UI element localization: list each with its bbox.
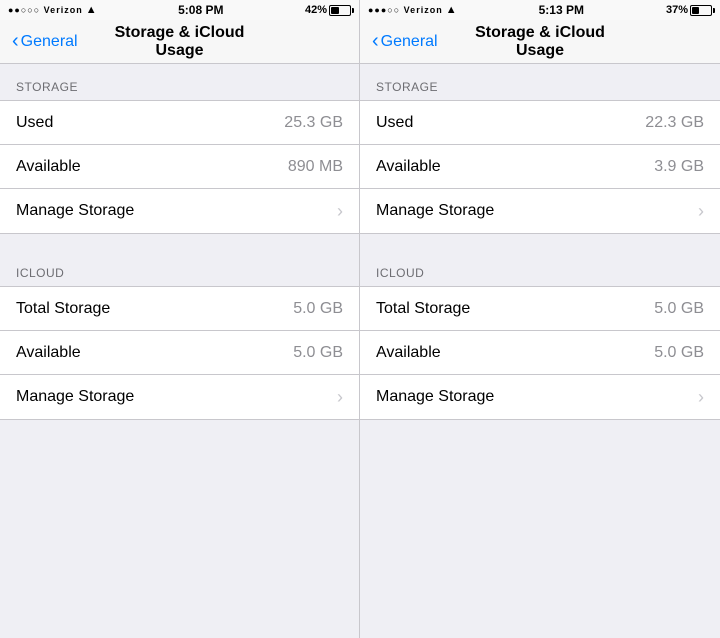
battery-percent: 37%	[666, 4, 688, 16]
status-bar: ●●●○○ Verizon ▲ 5:13 PM 37%	[360, 0, 720, 20]
storage-row-value-1: 890 MB	[288, 158, 343, 176]
storage-row-right-2: ›	[331, 201, 343, 222]
status-time: 5:08 PM	[178, 3, 223, 17]
storage-section-header: STORAGE	[360, 64, 720, 100]
content-area: STORAGE Used 22.3 GB Available 3.9 GB Ma…	[360, 64, 720, 638]
icloud-row-value-0: 5.0 GB	[654, 300, 704, 318]
battery-box	[329, 5, 351, 16]
status-right: 37%	[666, 4, 712, 16]
status-right: 42%	[305, 4, 351, 16]
chevron-icon-storage-2: ›	[337, 201, 343, 222]
storage-row-1: Available 3.9 GB	[360, 145, 720, 189]
status-left: ●●○○○ Verizon ▲	[8, 4, 97, 16]
storage-row-label-0: Used	[16, 114, 53, 132]
icloud-row-value-1: 5.0 GB	[654, 344, 704, 362]
content-area: STORAGE Used 25.3 GB Available 890 MB Ma…	[0, 64, 359, 638]
storage-row-label-1: Available	[376, 158, 441, 176]
icloud-row-label-2: Manage Storage	[16, 388, 134, 406]
chevron-icon-storage-2: ›	[698, 201, 704, 222]
storage-row-2[interactable]: Manage Storage ›	[0, 189, 359, 233]
nav-bar: ‹ General Storage & iCloud Usage	[360, 20, 720, 64]
icloud-row-right-0: 5.0 GB	[293, 300, 343, 318]
battery-fill	[331, 7, 339, 14]
back-button[interactable]: ‹ General	[372, 32, 438, 51]
icloud-row-right-2: ›	[692, 387, 704, 408]
signal-icon: ●●○○○ Verizon	[8, 5, 83, 15]
icloud-row-value-0: 5.0 GB	[293, 300, 343, 318]
storage-row-right-0: 22.3 GB	[645, 114, 704, 132]
back-chevron-icon: ‹	[372, 31, 379, 51]
nav-title: Storage & iCloud Usage	[90, 24, 270, 60]
storage-row-right-1: 890 MB	[288, 158, 343, 176]
icloud-row-label-1: Available	[376, 344, 441, 362]
icloud-row-0: Total Storage 5.0 GB	[0, 287, 359, 331]
storage-row-right-1: 3.9 GB	[654, 158, 704, 176]
back-button[interactable]: ‹ General	[12, 32, 78, 51]
icloud-row-label-0: Total Storage	[376, 300, 470, 318]
icloud-section-header: ICLOUD	[360, 250, 720, 286]
storage-row-2[interactable]: Manage Storage ›	[360, 189, 720, 233]
icloud-row-right-1: 5.0 GB	[293, 344, 343, 362]
storage-table: Used 22.3 GB Available 3.9 GB Manage Sto…	[360, 100, 720, 234]
storage-row-0: Used 25.3 GB	[0, 101, 359, 145]
icloud-row-label-0: Total Storage	[16, 300, 110, 318]
storage-row-label-2: Manage Storage	[16, 202, 134, 220]
icloud-row-value-1: 5.0 GB	[293, 344, 343, 362]
storage-row-right-0: 25.3 GB	[284, 114, 343, 132]
icloud-table: Total Storage 5.0 GB Available 5.0 GB Ma…	[0, 286, 359, 420]
status-time: 5:13 PM	[539, 3, 584, 17]
panel-left: ●●○○○ Verizon ▲ 5:08 PM 42% ‹ General St…	[0, 0, 360, 638]
storage-row-value-0: 22.3 GB	[645, 114, 704, 132]
icloud-table: Total Storage 5.0 GB Available 5.0 GB Ma…	[360, 286, 720, 420]
spacer-1	[360, 234, 720, 250]
icloud-row-2[interactable]: Manage Storage ›	[0, 375, 359, 419]
chevron-icon-icloud-2: ›	[337, 387, 343, 408]
status-left: ●●●○○ Verizon ▲	[368, 4, 457, 16]
battery-percent: 42%	[305, 4, 327, 16]
storage-row-label-0: Used	[376, 114, 413, 132]
icloud-row-1: Available 5.0 GB	[0, 331, 359, 375]
nav-title: Storage & iCloud Usage	[450, 24, 630, 60]
signal-icon: ●●●○○ Verizon	[368, 5, 443, 15]
chevron-icon-icloud-2: ›	[698, 387, 704, 408]
icloud-row-right-0: 5.0 GB	[654, 300, 704, 318]
panel-right: ●●●○○ Verizon ▲ 5:13 PM 37% ‹ General St…	[360, 0, 720, 638]
battery-icon: 42%	[305, 4, 351, 16]
icloud-row-label-2: Manage Storage	[376, 388, 494, 406]
storage-row-label-1: Available	[16, 158, 81, 176]
wifi-icon: ▲	[446, 4, 457, 16]
storage-row-right-2: ›	[692, 201, 704, 222]
back-label: General	[381, 33, 438, 51]
status-bar: ●●○○○ Verizon ▲ 5:08 PM 42%	[0, 0, 359, 20]
icloud-row-2[interactable]: Manage Storage ›	[360, 375, 720, 419]
icloud-row-label-1: Available	[16, 344, 81, 362]
storage-section-header: STORAGE	[0, 64, 359, 100]
storage-row-0: Used 22.3 GB	[360, 101, 720, 145]
icloud-row-0: Total Storage 5.0 GB	[360, 287, 720, 331]
icloud-row-right-2: ›	[331, 387, 343, 408]
storage-table: Used 25.3 GB Available 890 MB Manage Sto…	[0, 100, 359, 234]
icloud-section-header: ICLOUD	[0, 250, 359, 286]
spacer-1	[0, 234, 359, 250]
back-chevron-icon: ‹	[12, 31, 19, 51]
storage-row-value-1: 3.9 GB	[654, 158, 704, 176]
icloud-row-1: Available 5.0 GB	[360, 331, 720, 375]
battery-box	[690, 5, 712, 16]
icloud-row-right-1: 5.0 GB	[654, 344, 704, 362]
storage-row-value-0: 25.3 GB	[284, 114, 343, 132]
nav-bar: ‹ General Storage & iCloud Usage	[0, 20, 359, 64]
battery-icon: 37%	[666, 4, 712, 16]
battery-fill	[692, 7, 699, 14]
back-label: General	[21, 33, 78, 51]
storage-row-1: Available 890 MB	[0, 145, 359, 189]
wifi-icon: ▲	[86, 4, 97, 16]
storage-row-label-2: Manage Storage	[376, 202, 494, 220]
